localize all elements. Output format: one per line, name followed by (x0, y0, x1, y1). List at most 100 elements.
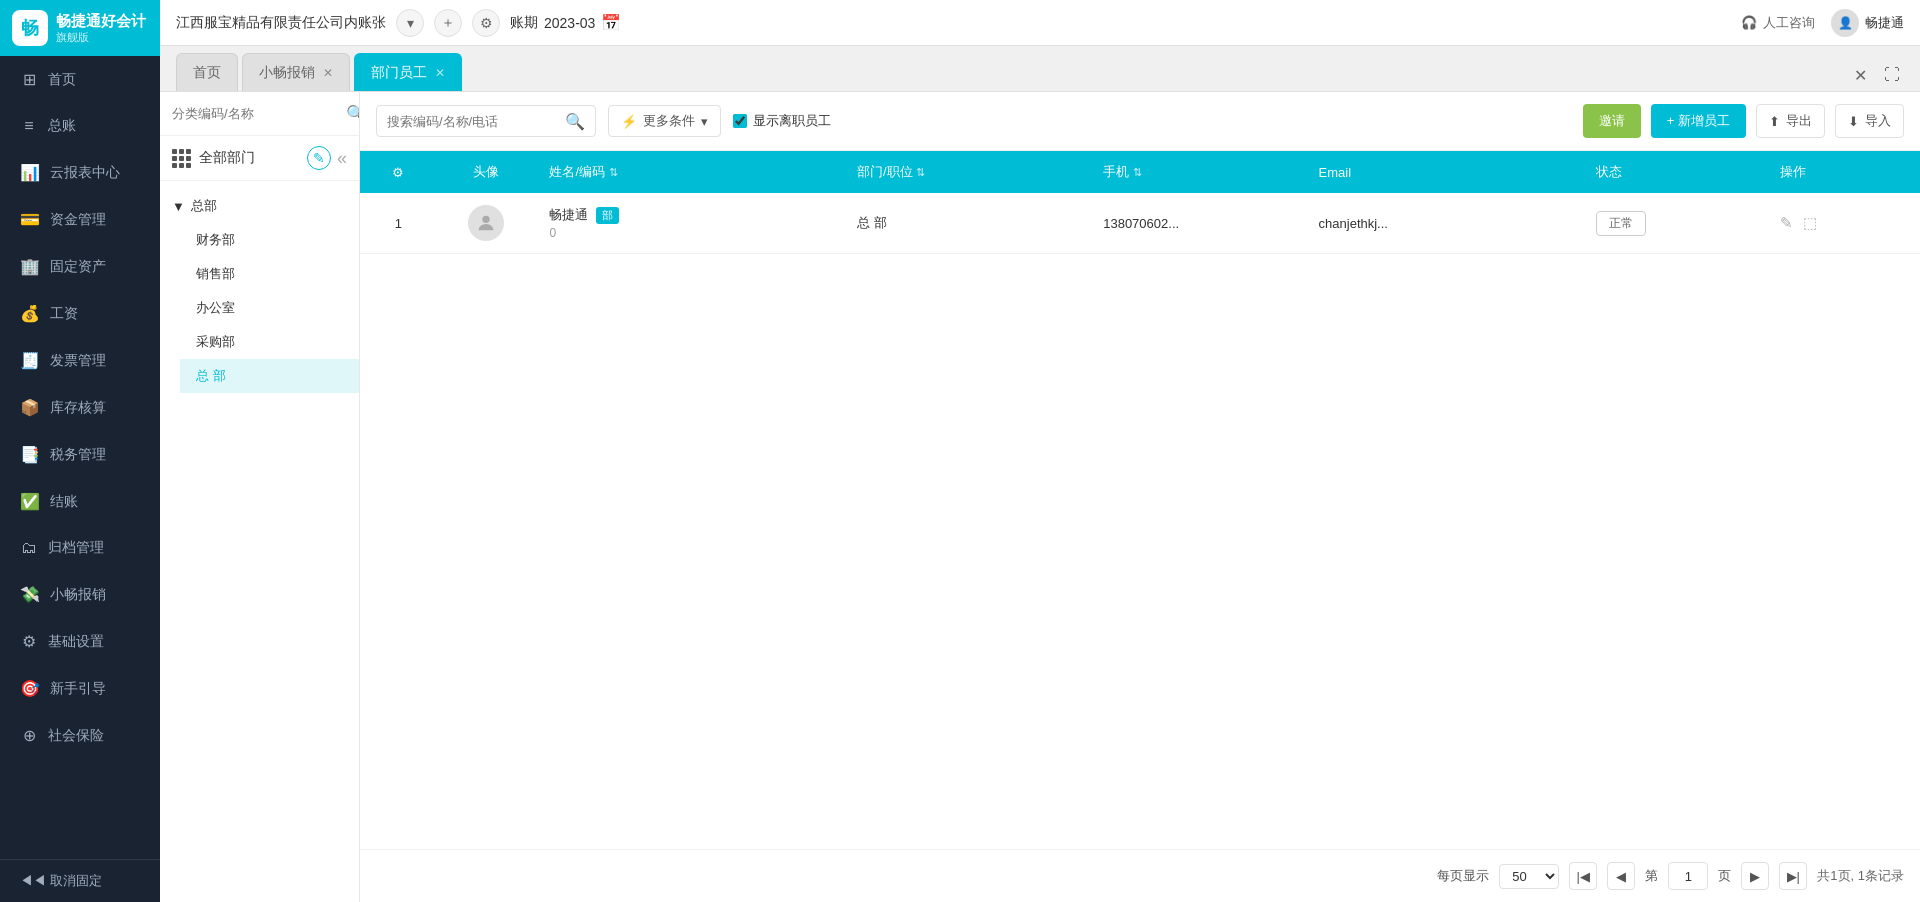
dept-item-office[interactable]: 办公室 (180, 291, 359, 325)
dept-search-input[interactable] (172, 106, 340, 121)
settings-btn[interactable]: ⚙ (472, 9, 500, 37)
th-phone[interactable]: 手机 (1089, 151, 1304, 193)
page-number-input[interactable] (1668, 862, 1708, 890)
sidebar-item-insurance[interactable]: ⊕ 社会保险 (0, 712, 160, 759)
svg-point-0 (482, 216, 489, 223)
sidebar-item-label: 结账 (50, 493, 78, 511)
add-employee-button[interactable]: + 新增员工 (1651, 104, 1746, 138)
topbar: 江西服宝精品有限责任公司内账张 ▾ ＋ ⚙ 账期 2023-03 📅 🎧 人工咨… (160, 0, 1920, 46)
checkout-icon: ✅ (20, 492, 40, 511)
add-company-btn[interactable]: ＋ (434, 9, 462, 37)
row-num: 1 (360, 193, 437, 254)
prev-page-btn[interactable]: ◀ (1607, 862, 1635, 890)
dept-search-icon[interactable]: 🔍 (346, 104, 360, 123)
import-button[interactable]: ⬇ 导入 (1835, 104, 1904, 138)
dept-group-root-header[interactable]: ▼ 总部 (160, 189, 359, 223)
dept-item-finance[interactable]: 财务部 (180, 223, 359, 257)
show-resigned-checkbox[interactable] (733, 114, 747, 128)
dept-item-purchasing[interactable]: 采购部 (180, 325, 359, 359)
tab-dept[interactable]: 部门员工 ✕ (354, 53, 462, 91)
invite-label: 邀请 (1599, 113, 1625, 128)
tax-icon: 📑 (20, 445, 40, 464)
dept-badge: 部 (596, 207, 619, 224)
guide-icon: 🎯 (20, 679, 40, 698)
sidebar-item-label: 发票管理 (50, 352, 106, 370)
avatar-circle (468, 205, 504, 241)
edit-dept-btn[interactable]: ✎ (307, 146, 331, 170)
filter-label: 更多条件 (643, 112, 695, 130)
search-icon[interactable]: 🔍 (565, 112, 585, 131)
inventory-icon: 📦 (20, 398, 40, 417)
sidebar-item-guide[interactable]: 🎯 新手引导 (0, 665, 160, 712)
th-settings[interactable]: ⚙ (360, 151, 437, 193)
unpin-label: ◀◀ 取消固定 (20, 872, 102, 890)
export-button[interactable]: ⬆ 导出 (1756, 104, 1825, 138)
logout-action-icon[interactable]: ⬚ (1803, 214, 1817, 232)
import-label: 导入 (1865, 112, 1891, 130)
th-dept[interactable]: 部门/职位 (843, 151, 1089, 193)
sidebar-item-payroll[interactable]: 💰 工资 (0, 290, 160, 337)
search-input[interactable] (387, 114, 559, 129)
logo-icon: 畅 (12, 10, 48, 46)
sidebar-nav: ⊞ 首页 ≡ 总账 📊 云报表中心 💳 资金管理 🏢 固定资产 💰 工资 🧾 发… (0, 56, 160, 859)
service-label: 人工咨询 (1763, 14, 1815, 32)
dept-header-icons: ✎ « (307, 146, 347, 170)
tab-expense-label: 小畅报销 (259, 64, 315, 82)
reports-icon: 📊 (20, 163, 40, 182)
content: 🔍 全部部门 ✎ « ▼ (160, 92, 1920, 902)
sidebar-item-home[interactable]: ⊞ 首页 (0, 56, 160, 103)
sidebar-item-checkout[interactable]: ✅ 结账 (0, 478, 160, 525)
sidebar-item-funds[interactable]: 💳 资金管理 (0, 196, 160, 243)
funds-icon: 💳 (20, 210, 40, 229)
tab-expense-close[interactable]: ✕ (323, 67, 333, 79)
dept-item-sales[interactable]: 销售部 (180, 257, 359, 291)
assets-icon: 🏢 (20, 257, 40, 276)
th-name[interactable]: 姓名/编码 (535, 151, 843, 193)
sidebar-item-settings[interactable]: ⚙ 基础设置 (0, 618, 160, 665)
calendar-icon[interactable]: 📅 (601, 13, 621, 32)
sidebar-item-label: 新手引导 (50, 680, 106, 698)
tab-dept-close[interactable]: ✕ (435, 67, 445, 79)
all-dept-label[interactable]: 全部部门 (199, 149, 255, 167)
user-label: 畅捷通 (1865, 14, 1904, 32)
row-phone: 138070602... (1089, 193, 1304, 254)
page-suffix: 页 (1718, 867, 1731, 885)
period-label: 账期 (510, 14, 538, 32)
total-label: 共1页, 1条记录 (1817, 867, 1904, 885)
sidebar-item-reports[interactable]: 📊 云报表中心 (0, 149, 160, 196)
sidebar-item-invoice[interactable]: 🧾 发票管理 (0, 337, 160, 384)
home-icon: ⊞ (20, 70, 38, 89)
page-size-select[interactable]: 50 10 20 100 (1499, 864, 1559, 889)
next-page-btn[interactable]: ▶ (1741, 862, 1769, 890)
user-menu[interactable]: 👤 畅捷通 (1831, 9, 1904, 37)
first-page-btn[interactable]: |◀ (1569, 862, 1597, 890)
service-btn[interactable]: 🎧 人工咨询 (1741, 14, 1815, 32)
last-page-btn[interactable]: ▶| (1779, 862, 1807, 890)
topbar-left: 江西服宝精品有限责任公司内账张 ▾ ＋ ⚙ 账期 2023-03 📅 (176, 9, 621, 37)
logo-sub: 旗舰版 (56, 30, 146, 45)
collapse-dept-btn[interactable]: « (337, 148, 347, 169)
unpin-button[interactable]: ◀◀ 取消固定 (0, 859, 160, 902)
filter-btn[interactable]: ⚡ 更多条件 ▾ (608, 105, 721, 137)
tab-expense[interactable]: 小畅报销 ✕ (242, 53, 350, 91)
sidebar-item-assets[interactable]: 🏢 固定资产 (0, 243, 160, 290)
table-header-row: ⚙ 头像 姓名/编码 部门/职位 手机 (360, 151, 1920, 193)
sidebar-item-inventory[interactable]: 📦 库存核算 (0, 384, 160, 431)
company-dropdown-btn[interactable]: ▾ (396, 9, 424, 37)
avatar: 👤 (1831, 9, 1859, 37)
sidebar-item-label: 总账 (48, 117, 76, 135)
dept-expand-icon: ▼ (172, 199, 185, 214)
tab-home[interactable]: 首页 (176, 53, 238, 91)
sidebar-item-tax[interactable]: 📑 税务管理 (0, 431, 160, 478)
show-resigned-label[interactable]: 显示离职员工 (733, 112, 831, 130)
dept-item-general[interactable]: 总 部 (180, 359, 359, 393)
edit-action-icon[interactable]: ✎ (1780, 214, 1793, 232)
settings-icon: ⚙ (20, 632, 38, 651)
sidebar-item-ledger[interactable]: ≡ 总账 (0, 103, 160, 149)
dept-panel: 🔍 全部部门 ✎ « ▼ (160, 92, 360, 902)
expand-window-btn[interactable]: ⛶ (1880, 63, 1904, 87)
sidebar-item-expense[interactable]: 💸 小畅报销 (0, 571, 160, 618)
sidebar-item-archive[interactable]: 🗂 归档管理 (0, 525, 160, 571)
invite-button[interactable]: 邀请 (1583, 104, 1641, 138)
close-window-btn[interactable]: ✕ (1848, 63, 1872, 87)
